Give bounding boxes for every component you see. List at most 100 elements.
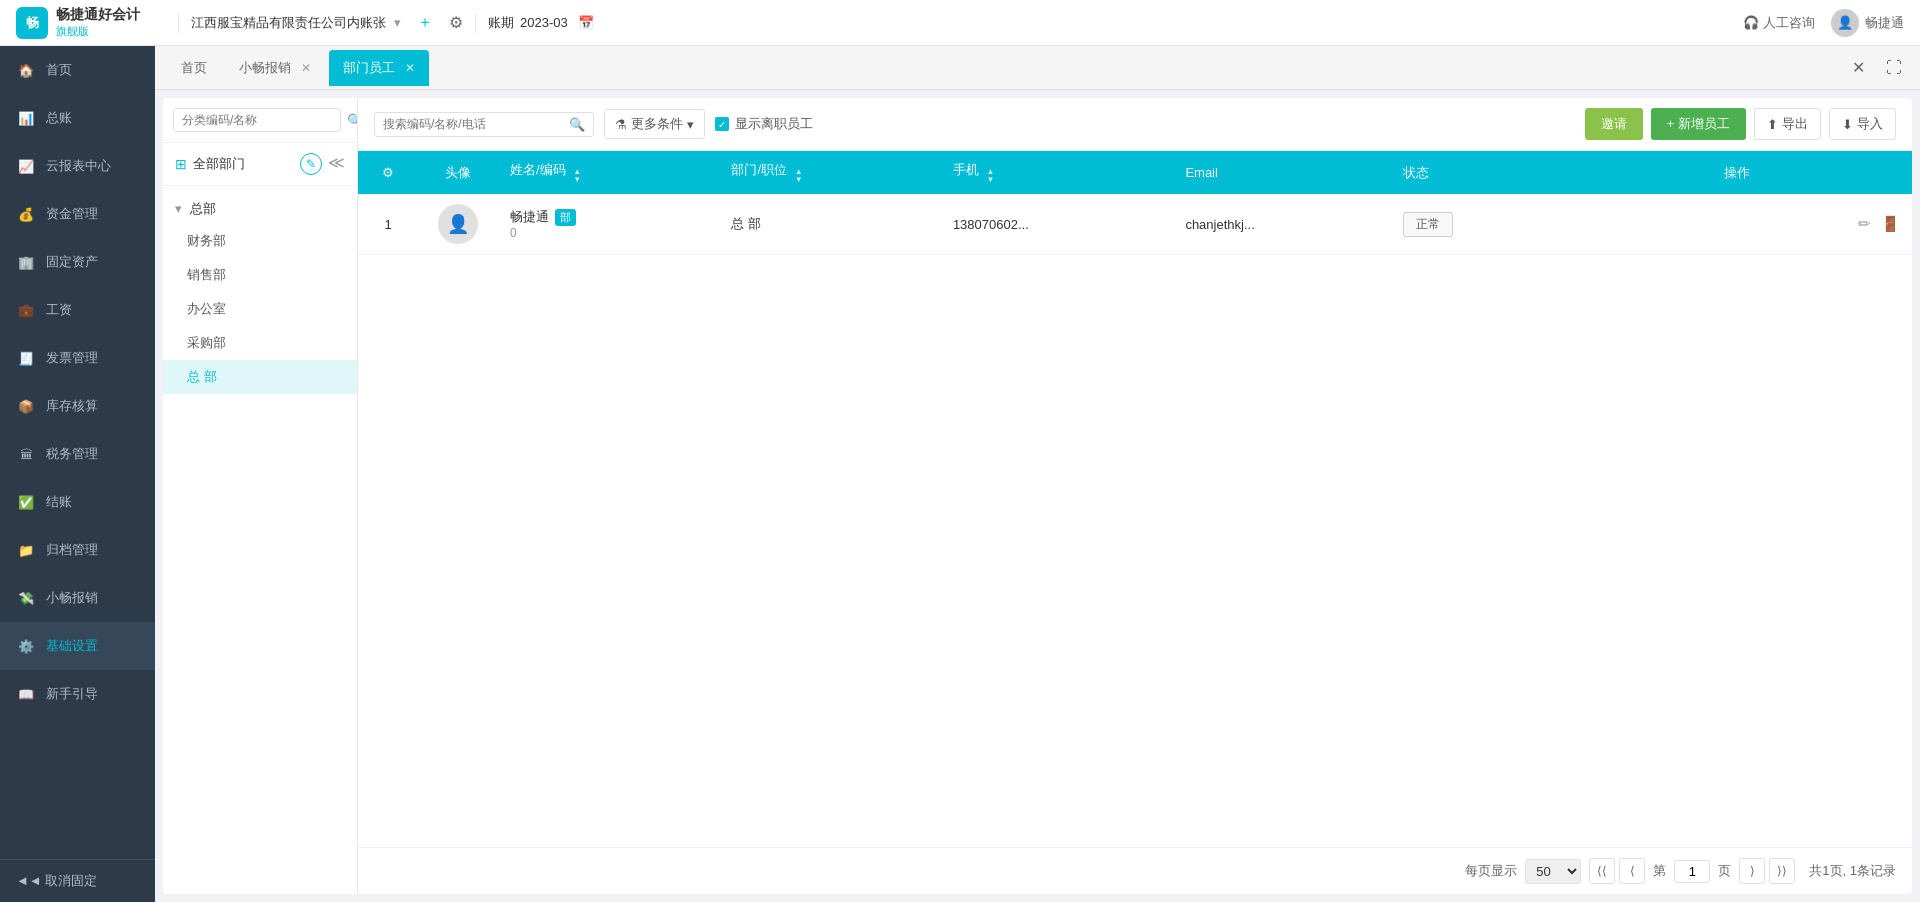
salary-icon: 💼 [16, 300, 36, 320]
dept-add-icon[interactable]: ✎ [300, 153, 322, 175]
dept-grid-icon: ⊞ [175, 156, 187, 172]
filter-dropdown-icon: ▾ [687, 117, 694, 132]
unpin-btn[interactable]: ◄◄ 取消固定 [16, 872, 139, 890]
settings-icon[interactable]: ⚙ [449, 13, 463, 32]
action-icons: ✏ 🚪 [1575, 215, 1900, 233]
sidebar-item-label: 基础设置 [46, 637, 98, 655]
sidebar-item-label: 工资 [46, 301, 72, 319]
sidebar-item-invoice[interactable]: 🧾 发票管理 [0, 334, 155, 382]
topbar-separator2 [475, 13, 476, 33]
page-last-btn[interactable]: ⟩⟩ [1769, 858, 1795, 884]
show-resigned-checkbox[interactable]: 显示离职员工 [715, 115, 813, 133]
period-selector[interactable]: 账期 2023-03 📅 [488, 14, 594, 32]
sidebar-item-label: 总账 [46, 109, 72, 127]
user-menu[interactable]: 👤 畅捷通 [1831, 9, 1904, 37]
sidebar-item-assets[interactable]: 🏢 固定资产 [0, 238, 155, 286]
sidebar-item-close[interactable]: ✅ 结账 [0, 478, 155, 526]
dept-node-finance[interactable]: 财务部 [163, 224, 357, 258]
dept-node-sales[interactable]: 销售部 [163, 258, 357, 292]
app-logo: 畅 畅捷通好会计 旗舰版 [16, 6, 166, 39]
col-phone[interactable]: 手机 ▲▼ [941, 151, 1174, 194]
page-total: 共1页, 1条记录 [1809, 862, 1896, 880]
sidebar-item-inventory[interactable]: 📦 库存核算 [0, 382, 155, 430]
col-status: 状态 [1391, 151, 1563, 194]
employee-main: 🔍 ⚗ 更多条件 ▾ 显示离职员工 邀请 + 新增员工 [358, 98, 1912, 894]
employee-table: ⚙ 头像 姓名/编码 ▲▼ 部门/职位 [358, 151, 1912, 255]
sidebar-item-guide[interactable]: 📖 新手引导 [0, 670, 155, 718]
page-size-select[interactable]: 50 10 20 100 [1525, 859, 1581, 884]
company-name: 江西服宝精品有限责任公司内账张 [191, 14, 386, 32]
tab-expense-close-icon[interactable]: ✕ [301, 61, 311, 75]
company-dropdown-icon[interactable]: ▾ [394, 15, 401, 30]
add-company-icon[interactable]: ＋ [417, 12, 433, 33]
close-period-icon: ✅ [16, 492, 36, 512]
page-prev-btn[interactable]: ⟨ [1619, 858, 1645, 884]
sidebar-item-home[interactable]: 🏠 首页 [0, 46, 155, 94]
page-size-label: 每页显示 [1465, 862, 1517, 880]
table-header: ⚙ 头像 姓名/编码 ▲▼ 部门/职位 [358, 151, 1912, 194]
sidebar-item-salary[interactable]: 💼 工资 [0, 286, 155, 334]
company-selector[interactable]: 江西服宝精品有限责任公司内账张 ▾ ＋ ⚙ [191, 12, 463, 33]
dept-search-input[interactable] [173, 108, 341, 132]
col-actions: 操作 [1563, 151, 1912, 194]
app-name: 畅捷通好会计 [56, 6, 140, 24]
page-first-btn[interactable]: ⟨⟨ [1589, 858, 1615, 884]
dept-collapse-icon[interactable]: ≪ [328, 153, 345, 175]
sidebar-item-funds[interactable]: 💰 资金管理 [0, 190, 155, 238]
col-avatar: 头像 [418, 151, 498, 194]
tab-close-window-icon[interactable]: ✕ [1844, 54, 1872, 82]
dept-search-area: 🔍 [163, 98, 357, 143]
service-btn[interactable]: 🎧 人工咨询 [1743, 14, 1815, 32]
sidebar-item-tax[interactable]: 🏛 税务管理 [0, 430, 155, 478]
service-label: 人工咨询 [1763, 14, 1815, 32]
emp-search-input[interactable] [383, 117, 563, 131]
tab-expand-icon[interactable]: ⛶ [1880, 54, 1908, 82]
sidebar-bottom: ◄◄ 取消固定 [0, 859, 155, 902]
col-settings[interactable]: ⚙ [358, 151, 418, 194]
filter-label: 更多条件 [631, 115, 683, 133]
emp-search-box[interactable]: 🔍 [374, 112, 594, 137]
tab-department-close-icon[interactable]: ✕ [405, 61, 415, 75]
emp-search-icon[interactable]: 🔍 [569, 117, 585, 132]
toolbar-right: 邀请 + 新增员工 ⬆ 导出 ⬇ 导入 [1585, 108, 1896, 140]
sort-dept-icon: ▲▼ [795, 168, 803, 184]
topbar-right: 🎧 人工咨询 👤 畅捷通 [1743, 9, 1904, 37]
add-employee-button[interactable]: + 新增员工 [1651, 108, 1746, 140]
dept-node-purchase[interactable]: 采购部 [163, 326, 357, 360]
sidebar-item-ledger[interactable]: 📊 总账 [0, 94, 155, 142]
logout-icon[interactable]: 🚪 [1881, 215, 1900, 233]
sidebar-item-expense[interactable]: 💸 小畅报销 [0, 574, 155, 622]
resigned-checkbox-icon [715, 117, 729, 131]
filter-btn[interactable]: ⚗ 更多条件 ▾ [604, 109, 705, 139]
sidebar-item-reports[interactable]: 📈 云报表中心 [0, 142, 155, 190]
topbar: 畅 畅捷通好会计 旗舰版 江西服宝精品有限责任公司内账张 ▾ ＋ ⚙ 账期 20… [0, 0, 1920, 46]
sidebar-item-label: 税务管理 [46, 445, 98, 463]
tab-expense[interactable]: 小畅报销 ✕ [225, 50, 325, 86]
col-name[interactable]: 姓名/编码 ▲▼ [498, 151, 719, 194]
import-label: 导入 [1857, 115, 1883, 133]
sidebar-item-archive[interactable]: 📁 归档管理 [0, 526, 155, 574]
cell-name: 畅捷通部 0 [498, 194, 719, 255]
import-button[interactable]: ⬇ 导入 [1829, 108, 1896, 140]
cell-actions: ✏ 🚪 [1563, 194, 1912, 255]
sidebar-item-label: 资金管理 [46, 205, 98, 223]
avatar: 👤 [1831, 9, 1859, 37]
dept-node-label: 采购部 [187, 334, 226, 352]
sidebar-item-settings[interactable]: ⚙️ 基础设置 [0, 622, 155, 670]
col-dept[interactable]: 部门/职位 ▲▼ [719, 151, 940, 194]
headphone-icon: 🎧 [1743, 15, 1759, 30]
export-button[interactable]: ⬆ 导出 [1754, 108, 1821, 140]
tab-department[interactable]: 部门员工 ✕ [329, 50, 429, 86]
dept-node-office[interactable]: 办公室 [163, 292, 357, 326]
page-next-btn[interactable]: ⟩ [1739, 858, 1765, 884]
edit-icon[interactable]: ✏ [1858, 215, 1871, 233]
calendar-icon[interactable]: 📅 [578, 15, 594, 30]
dept-search-icon[interactable]: 🔍 [347, 113, 358, 128]
dept-header-icons: ✎ ≪ [300, 153, 345, 175]
ledger-icon: 📊 [16, 108, 36, 128]
dept-node-general[interactable]: 总 部 [163, 360, 357, 394]
page-input[interactable] [1674, 860, 1710, 883]
invite-button[interactable]: 邀请 [1585, 108, 1643, 140]
logo-icon: 畅 [16, 7, 48, 39]
tab-home[interactable]: 首页 [167, 50, 221, 86]
